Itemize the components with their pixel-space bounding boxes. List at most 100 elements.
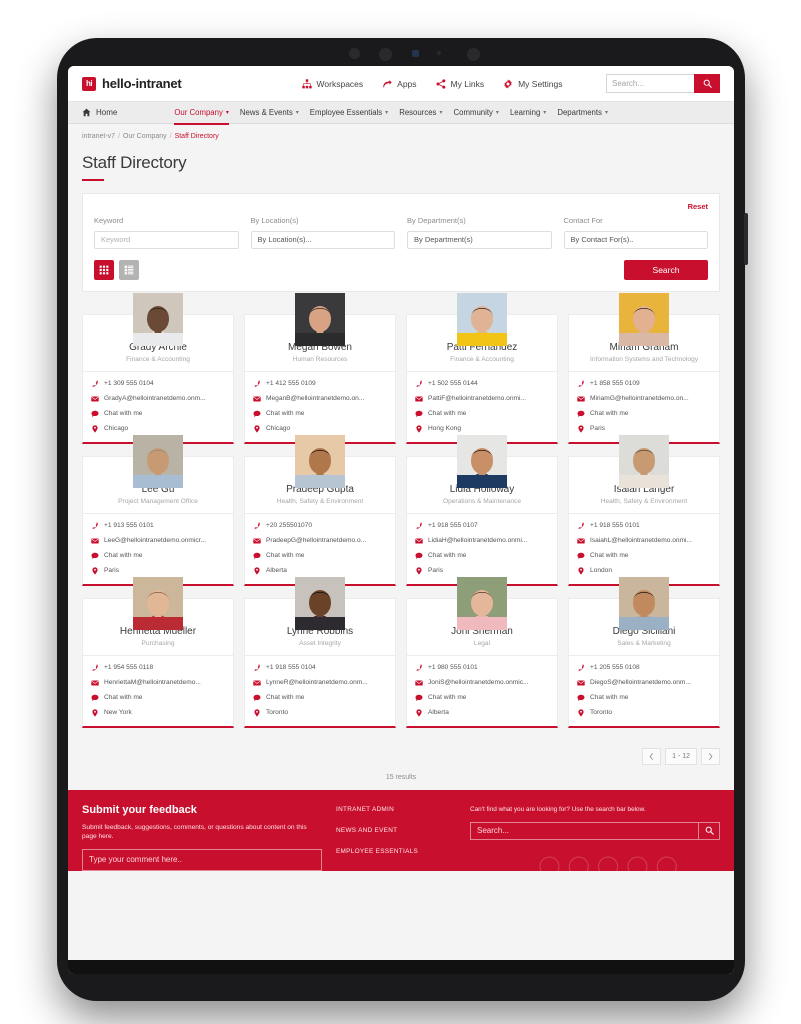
- person-location-row[interactable]: New York: [91, 708, 225, 717]
- person-phone-row[interactable]: +1 858 555 0109: [577, 379, 711, 388]
- person-phone-row[interactable]: +1 205 555 0108: [577, 663, 711, 672]
- footer-link[interactable]: NEWS AND EVENT: [336, 827, 456, 834]
- person-card[interactable]: Megan Bowen Human Resources +1 412 555 010…: [244, 292, 396, 444]
- filter-input-by-location-s[interactable]: [250, 230, 395, 249]
- pagination-prev-button[interactable]: [642, 747, 662, 765]
- person-chat-row[interactable]: Chat with me: [415, 694, 549, 702]
- person-phone-row[interactable]: +1 918 555 0101: [577, 521, 711, 530]
- person-email-row[interactable]: PattiF@hellointranetdemo.onmi...: [415, 395, 549, 403]
- person-phone-row[interactable]: +1 980 555 0101: [415, 663, 549, 672]
- grid-view-button[interactable]: [94, 259, 114, 280]
- footer-search-button[interactable]: [698, 821, 720, 840]
- person-email-row[interactable]: HenriettaM@hellointranetdemo...: [91, 679, 225, 687]
- person-location-row[interactable]: Paris: [415, 566, 549, 575]
- person-card[interactable]: Lee Gu Project Management Office +1 913 55…: [82, 434, 234, 586]
- person-chat-row[interactable]: Chat with me: [253, 552, 387, 560]
- person-card[interactable]: Henrietta Mueller Purchasing +1 954 555 01…: [82, 576, 234, 728]
- person-email-row[interactable]: PradeepG@hellointranetdemo.o...: [253, 537, 387, 545]
- list-view-button[interactable]: [119, 259, 139, 280]
- person-chat-row[interactable]: Chat with me: [91, 694, 225, 702]
- person-chat-row[interactable]: Chat with me: [415, 410, 549, 418]
- nav-item-learning[interactable]: Learning ▾: [510, 102, 546, 124]
- person-phone-row[interactable]: +1 309 555 0104: [91, 379, 225, 388]
- person-phone-row[interactable]: +20 255501070: [253, 521, 387, 530]
- header-nav-my-links[interactable]: My Links: [436, 79, 484, 89]
- filter-input-contact-for[interactable]: [563, 230, 708, 249]
- header-nav-apps[interactable]: Apps: [382, 79, 417, 89]
- person-email: MiriamG@hellointranetdemo.on...: [590, 395, 689, 402]
- phone-icon: [92, 379, 98, 387]
- nav-item-our-company[interactable]: Our Company ▾: [174, 102, 229, 125]
- person-location-row[interactable]: Chicago: [253, 424, 387, 433]
- person-phone-row[interactable]: +1 502 555 0144: [415, 379, 549, 388]
- header-nav-workspaces[interactable]: Workspaces: [301, 79, 363, 89]
- person-chat-row[interactable]: Chat with me: [91, 552, 225, 560]
- person-chat-row[interactable]: Chat with me: [577, 410, 711, 418]
- footer-link[interactable]: INTRANET ADMIN: [336, 806, 456, 813]
- person-email-row[interactable]: GradyA@hellointranetdemo.onm...: [91, 395, 225, 403]
- person-phone-row[interactable]: +1 412 555 0109: [253, 379, 387, 388]
- pagination-range[interactable]: 1 - 12: [665, 747, 697, 765]
- person-contacts: +1 205 555 0108 DiegoS@hellointranetdemo.…: [569, 656, 719, 726]
- nav-item-news-events[interactable]: News & Events ▾: [240, 102, 299, 124]
- pagination-next-button[interactable]: [701, 747, 720, 765]
- person-email-row[interactable]: JoniS@hellointranetdemo.onmic...: [415, 679, 549, 687]
- person-card[interactable]: Pradeep Gupta Health, Safety & Environmen…: [244, 434, 396, 586]
- person-email-row[interactable]: LidiaH@hellointranetdemo.onmi...: [415, 537, 549, 545]
- person-card[interactable]: Isaiah Langer Health, Safety & Environmen…: [568, 434, 720, 586]
- person-chat-row[interactable]: Chat with me: [415, 552, 549, 560]
- filter-input-keyword[interactable]: [94, 230, 239, 249]
- person-chat-row[interactable]: Chat with me: [577, 694, 711, 702]
- person-card[interactable]: Lynne Robbins Asset Integrity +1 918 555 0…: [244, 576, 396, 728]
- person-email-row[interactable]: LynneR@hellointranetdemo.onm...: [253, 679, 387, 687]
- breadcrumb-parent[interactable]: Our Company: [123, 133, 167, 140]
- person-email-row[interactable]: DiegoS@hellointranetdemo.onm...: [577, 679, 711, 687]
- header-search-button[interactable]: [694, 74, 720, 93]
- person-location-row[interactable]: Hong Kong: [415, 424, 549, 433]
- nav-item-employee-essentials[interactable]: Employee Essentials ▾: [310, 102, 388, 124]
- person-chat-row[interactable]: Chat with me: [253, 410, 387, 418]
- power-button[interactable]: [744, 213, 748, 265]
- person-card[interactable]: Miriam Graham Information Systems and Tec…: [568, 292, 720, 444]
- person-card[interactable]: Grady Archie Finance & Accounting +1 309 5…: [82, 292, 234, 444]
- person-card[interactable]: Lidia Holloway Operations & Maintenance +1…: [406, 434, 558, 586]
- person-location-row[interactable]: Alberta: [253, 566, 387, 575]
- person-chat-row[interactable]: Chat with me: [253, 694, 387, 702]
- phone-icon: [92, 663, 98, 671]
- person-location-row[interactable]: Toronto: [577, 708, 711, 717]
- person-email-row[interactable]: LeeG@hellointranetdemo.onmicr...: [91, 537, 225, 545]
- nav-item-resources[interactable]: Resources ▾: [399, 102, 442, 124]
- person-phone-row[interactable]: +1 918 555 0107: [415, 521, 549, 530]
- person-chat-row[interactable]: Chat with me: [91, 410, 225, 418]
- person-location-row[interactable]: Paris: [91, 566, 225, 575]
- person-chat-row[interactable]: Chat with me: [577, 552, 711, 560]
- brand-logo[interactable]: hi hello-intranet: [82, 76, 182, 91]
- feedback-comment-input[interactable]: [82, 848, 322, 871]
- person-phone-row[interactable]: +1 954 555 0118: [91, 663, 225, 672]
- nav-item-community[interactable]: Community ▾: [453, 102, 498, 124]
- person-location-row[interactable]: Chicago: [91, 424, 225, 433]
- nav-home[interactable]: Home: [82, 108, 117, 117]
- nav-item-departments[interactable]: Departments ▾: [557, 102, 608, 124]
- person-phone-row[interactable]: +1 918 555 0104: [253, 663, 387, 672]
- camera-lens: [379, 48, 392, 61]
- person-location-row[interactable]: London: [577, 566, 711, 575]
- search-button[interactable]: Search: [624, 259, 708, 280]
- reset-filters-link[interactable]: Reset: [688, 202, 708, 211]
- person-phone-row[interactable]: +1 913 555 0101: [91, 521, 225, 530]
- person-card[interactable]: Joni Sherman Legal +1 980 555 0101 JoniS@he…: [406, 576, 558, 728]
- footer-link[interactable]: EMPLOYEE ESSENTIALS: [336, 848, 456, 855]
- person-location-row[interactable]: Paris: [577, 424, 711, 433]
- person-location-row[interactable]: Toronto: [253, 708, 387, 717]
- person-card[interactable]: Patti Fernandez Finance & Accounting +1 50…: [406, 292, 558, 444]
- person-email-row[interactable]: MeganB@hellointranetdemo.on...: [253, 395, 387, 403]
- breadcrumb-root[interactable]: intranet-v7: [82, 133, 115, 140]
- header-search-input[interactable]: [606, 74, 694, 93]
- person-card[interactable]: Diego Siciliani Sales & Marketing +1 205 5…: [568, 576, 720, 728]
- person-email-row[interactable]: MiriamG@hellointranetdemo.on...: [577, 395, 711, 403]
- person-location-row[interactable]: Alberta: [415, 708, 549, 717]
- header-nav-my-settings[interactable]: My Settings: [503, 79, 562, 89]
- footer-search-input[interactable]: [470, 821, 698, 840]
- person-email-row[interactable]: IsaiahL@hellointranetdemo.onmi...: [577, 537, 711, 545]
- filter-input-by-department-s[interactable]: [407, 230, 552, 249]
